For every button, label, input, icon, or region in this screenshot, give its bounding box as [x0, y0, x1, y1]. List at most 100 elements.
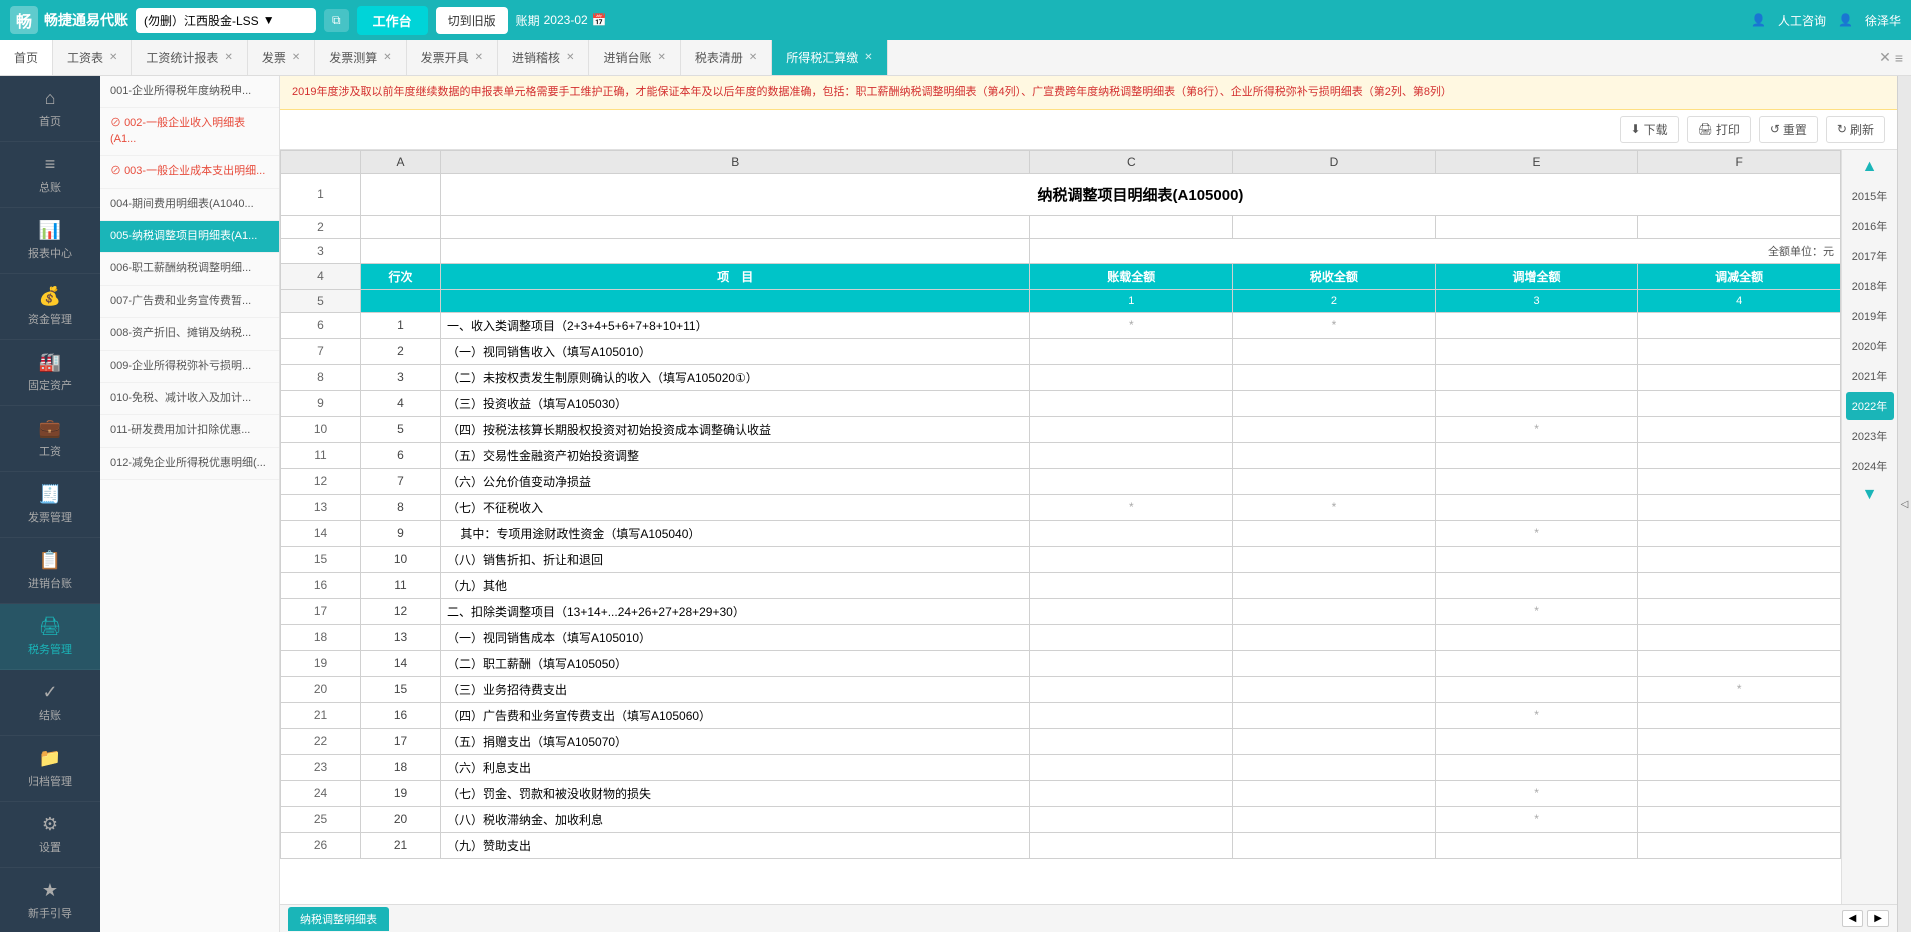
- tab-invoice-ledger[interactable]: 进销台账 ✕: [589, 40, 680, 76]
- year-btn-2023[interactable]: 2023年: [1846, 422, 1894, 450]
- cell-F[interactable]: [1638, 312, 1841, 338]
- doc-item-010[interactable]: 010-免税、减计收入及加计...: [100, 383, 279, 415]
- cell-F[interactable]: [1638, 780, 1841, 806]
- year-btn-2020[interactable]: 2020年: [1846, 332, 1894, 360]
- user-area[interactable]: 👤 人工咨询 👤 徐泽华: [1751, 12, 1901, 29]
- cell-hang[interactable]: 5: [361, 416, 441, 442]
- doc-item-007[interactable]: 007-广告费和业务宣传费暂...: [100, 286, 279, 318]
- tab-menu[interactable]: ≡: [1895, 50, 1903, 66]
- cell-F[interactable]: [1638, 364, 1841, 390]
- cell-F[interactable]: [1638, 650, 1841, 676]
- cell-D[interactable]: [1233, 546, 1436, 572]
- sidebar-item-fixed-asset[interactable]: 🏭 固定资产: [0, 340, 100, 406]
- cell-hang[interactable]: 6: [361, 442, 441, 468]
- sidebar-item-settings[interactable]: ⚙ 设置: [0, 802, 100, 868]
- cell-F[interactable]: [1638, 520, 1841, 546]
- cell-D[interactable]: [1233, 624, 1436, 650]
- sidebar-item-invoice-ledger[interactable]: 📋 进销台账: [0, 538, 100, 604]
- cell-F2[interactable]: [1638, 215, 1841, 238]
- cell-C[interactable]: [1030, 442, 1233, 468]
- tab-income-tax[interactable]: 所得税汇算缴 ✕: [772, 40, 887, 76]
- sidebar-item-report[interactable]: 📊 报表中心: [0, 208, 100, 274]
- cell-D[interactable]: [1233, 520, 1436, 546]
- tab-invoice-ledger-close[interactable]: ✕: [657, 52, 665, 63]
- bottom-tab-tax-adj[interactable]: 纳税调整明细表: [288, 907, 389, 931]
- doc-item-009[interactable]: 009-企业所得税弥补亏损明...: [100, 351, 279, 383]
- cell-item[interactable]: （三）投资收益（填写A105030）: [441, 390, 1030, 416]
- cell-item[interactable]: （六）利息支出: [441, 754, 1030, 780]
- cell-item[interactable]: （二）未按权责发生制原则确认的收入（填写A105020①）: [441, 364, 1030, 390]
- cell-F[interactable]: [1638, 546, 1841, 572]
- tab-invoice-check[interactable]: 进销稽核 ✕: [498, 40, 589, 76]
- cell-F[interactable]: [1638, 624, 1841, 650]
- cell-C2[interactable]: [1030, 215, 1233, 238]
- cell-E[interactable]: [1435, 754, 1638, 780]
- cell-B2[interactable]: [441, 215, 1030, 238]
- doc-item-003[interactable]: ⊘ 003-一般企业成本支出明细...: [100, 156, 279, 188]
- cell-A2[interactable]: [361, 215, 441, 238]
- cell-item[interactable]: （七）不征税收入: [441, 494, 1030, 520]
- cell-E[interactable]: *: [1435, 416, 1638, 442]
- year-btn-2022[interactable]: 2022年: [1846, 392, 1894, 420]
- cell-E[interactable]: [1435, 546, 1638, 572]
- cell-A1[interactable]: [361, 173, 441, 215]
- sidebar-item-asset-mgr[interactable]: 💰 资金管理: [0, 274, 100, 340]
- scroll-left-btn[interactable]: ◀: [1842, 910, 1864, 927]
- doc-item-008[interactable]: 008-资产折旧、摊销及纳税...: [100, 318, 279, 350]
- cell-D[interactable]: [1233, 364, 1436, 390]
- tab-income-tax-close[interactable]: ✕: [864, 52, 872, 63]
- cell-item[interactable]: 一、收入类调整项目（2+3+4+5+6+7+8+10+11）: [441, 312, 1030, 338]
- cell-C[interactable]: [1030, 572, 1233, 598]
- cell-C[interactable]: [1030, 754, 1233, 780]
- cell-item[interactable]: （四）按税法核算长期股权投资对初始投资成本调整确认收益: [441, 416, 1030, 442]
- cell-C[interactable]: [1030, 832, 1233, 858]
- cell-D[interactable]: [1233, 702, 1436, 728]
- tab-invoice-calc-close[interactable]: ✕: [383, 52, 391, 63]
- cell-E[interactable]: [1435, 728, 1638, 754]
- tab-payroll-stat-close[interactable]: ✕: [224, 52, 232, 63]
- tab-close-all[interactable]: ✕: [1879, 49, 1891, 66]
- cell-F[interactable]: [1638, 598, 1841, 624]
- year-nav-up[interactable]: ▲: [1858, 154, 1882, 180]
- cell-D[interactable]: [1233, 572, 1436, 598]
- workbench-button[interactable]: 工作台: [357, 6, 428, 35]
- cell-F[interactable]: [1638, 416, 1841, 442]
- cell-item[interactable]: （六）公允价值变动净损益: [441, 468, 1030, 494]
- cell-E[interactable]: [1435, 338, 1638, 364]
- cell-D[interactable]: [1233, 338, 1436, 364]
- cell-item[interactable]: （一）视同销售成本（填写A105010）: [441, 624, 1030, 650]
- cell-hang[interactable]: 3: [361, 364, 441, 390]
- cell-D[interactable]: [1233, 806, 1436, 832]
- doc-item-004[interactable]: 004-期间费用明细表(A1040...: [100, 189, 279, 221]
- cell-item[interactable]: （四）广告费和业务宣传费支出（填写A105060）: [441, 702, 1030, 728]
- cell-C[interactable]: [1030, 364, 1233, 390]
- cell-C[interactable]: [1030, 624, 1233, 650]
- sidebar-item-guide[interactable]: ★ 新手引导: [0, 868, 100, 932]
- cell-E[interactable]: [1435, 624, 1638, 650]
- tab-tax-clear[interactable]: 税表清册 ✕: [681, 40, 772, 76]
- sidebar-item-payroll[interactable]: 💼 工资: [0, 406, 100, 472]
- cell-C[interactable]: [1030, 416, 1233, 442]
- cell-item[interactable]: （一）视同销售收入（填写A105010）: [441, 338, 1030, 364]
- cell-D[interactable]: [1233, 416, 1436, 442]
- cell-F[interactable]: [1638, 338, 1841, 364]
- cell-C[interactable]: [1030, 546, 1233, 572]
- scroll-right-btn[interactable]: ▶: [1867, 910, 1889, 927]
- sidebar-item-home[interactable]: ⌂ 首页: [0, 76, 100, 142]
- tab-tax-clear-close[interactable]: ✕: [749, 52, 757, 63]
- cell-C[interactable]: [1030, 702, 1233, 728]
- tab-invoice-check-close[interactable]: ✕: [566, 52, 574, 63]
- cell-D2[interactable]: [1233, 215, 1436, 238]
- cell-E[interactable]: [1435, 832, 1638, 858]
- cell-hang[interactable]: 16: [361, 702, 441, 728]
- tab-payroll-stat[interactable]: 工资统计报表 ✕: [132, 40, 247, 76]
- cell-D[interactable]: [1233, 754, 1436, 780]
- doc-item-001[interactable]: 001-企业所得税年度纳税申...: [100, 76, 279, 108]
- cell-item[interactable]: 其中：专项用途财政性资金（填写A105040）: [441, 520, 1030, 546]
- cell-F[interactable]: [1638, 494, 1841, 520]
- cell-E[interactable]: [1435, 312, 1638, 338]
- cell-hang[interactable]: 4: [361, 390, 441, 416]
- cell-C[interactable]: [1030, 676, 1233, 702]
- cell-item[interactable]: （三）业务招待费支出: [441, 676, 1030, 702]
- cell-hang[interactable]: 21: [361, 832, 441, 858]
